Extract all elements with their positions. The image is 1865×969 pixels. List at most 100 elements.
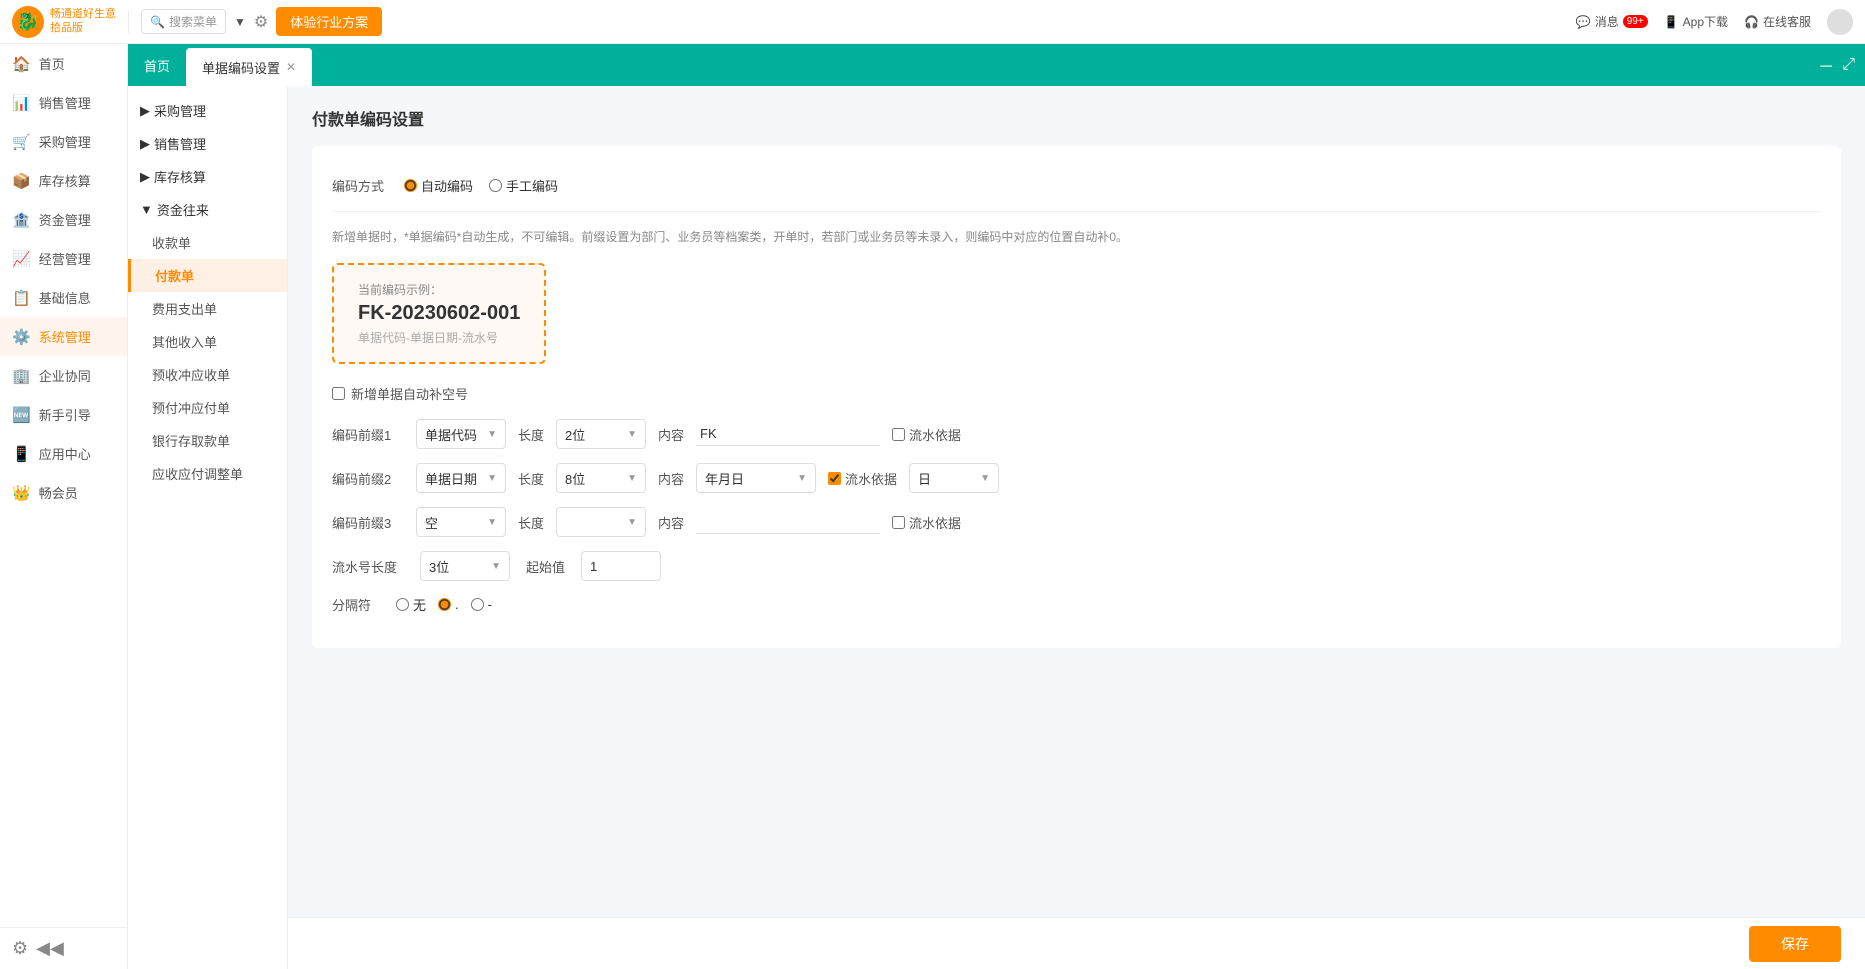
serial2-checkbox-group: 流水依据 <box>828 469 897 488</box>
member-icon: 👑 <box>12 484 31 502</box>
ss-item-other-income[interactable]: 其他收入单 <box>128 325 287 358</box>
serial3-checkbox[interactable] <box>892 516 905 529</box>
auto-code-option[interactable]: 自动编码 <box>404 176 473 195</box>
chevron-right-icon2: ▶ <box>140 136 150 152</box>
search-box[interactable]: 🔍 搜索菜单 <box>141 9 226 34</box>
length1-chevron: ▼ <box>627 429 637 440</box>
ss-item-expense[interactable]: 费用支出单 <box>128 292 287 325</box>
serial2-checkbox[interactable] <box>828 472 841 485</box>
cta-button[interactable]: 体验行业方案 <box>276 7 382 36</box>
prefix3-row: 编码前缀3 空 ▼ 长度 ▼ 内容 <box>332 507 1821 537</box>
ss-item-bank[interactable]: 银行存取款单 <box>128 424 287 457</box>
ss-item-adjustment[interactable]: 应收应付调整单 <box>128 457 287 490</box>
ss-group-sales-header[interactable]: ▶ 销售管理 <box>128 127 287 160</box>
sep-dash-option[interactable]: - <box>471 597 492 612</box>
avatar[interactable] <box>1827 9 1853 35</box>
auto-code-radio[interactable] <box>404 179 417 192</box>
sales-icon: 📊 <box>12 94 31 112</box>
coding-method-radio-group: 自动编码 手工编码 <box>404 176 558 195</box>
settings-card: 编码方式 自动编码 手工编码 <box>312 146 1841 648</box>
length1-select[interactable]: 2位 ▼ <box>556 419 646 449</box>
sidebar-item-basic[interactable]: 📋 基础信息 <box>0 278 127 317</box>
settings-bottom-icon[interactable]: ⚙ <box>12 938 28 959</box>
serial-length-chevron: ▼ <box>491 561 501 572</box>
serial-length-select[interactable]: 3位 ▼ <box>420 551 510 581</box>
sidebar-item-inventory[interactable]: 📦 库存核算 <box>0 161 127 200</box>
sep-none-option[interactable]: 无 <box>396 595 426 614</box>
sidebar-item-finance[interactable]: 🏦 资金管理 <box>0 200 127 239</box>
topbar-divider <box>128 10 129 34</box>
length2-label: 长度 <box>518 469 544 488</box>
operation-icon: 📈 <box>12 250 31 268</box>
sidebar-item-enterprise[interactable]: 🏢 企业协同 <box>0 356 127 395</box>
ss-group-finance: ▼ 资金往来 收款单 付款单 费用支出单 其他收入单 预收冲应收单 预付冲应付单… <box>128 193 287 490</box>
auto-fill-row: 新增单据自动补空号 <box>332 384 1821 403</box>
sidebar-item-member[interactable]: 👑 畅会员 <box>0 473 127 512</box>
prefix1-label: 编码前缀1 <box>332 425 404 444</box>
save-button[interactable]: 保存 <box>1749 926 1841 962</box>
prefix1-select[interactable]: 单据代码 ▼ <box>416 419 506 449</box>
system-icon: ⚙️ <box>12 328 31 346</box>
sep-dot-radio[interactable] <box>438 598 451 611</box>
manual-code-option[interactable]: 手工编码 <box>489 176 558 195</box>
auto-fill-checkbox[interactable] <box>332 387 345 400</box>
gear-icon[interactable]: ⚙ <box>254 12 268 32</box>
sep-none-radio[interactable] <box>396 598 409 611</box>
home-icon: 🏠 <box>12 55 31 73</box>
ss-item-prepaid-offset[interactable]: 预收冲应收单 <box>128 358 287 391</box>
content2-select[interactable]: 年月日 ▼ <box>696 463 816 493</box>
ss-group-finance-header[interactable]: ▼ 资金往来 <box>128 193 287 226</box>
prefix3-select[interactable]: 空 ▼ <box>416 507 506 537</box>
sidebar-item-home[interactable]: 🏠 首页 <box>0 44 127 83</box>
ss-item-advance-offset[interactable]: 预付冲应付单 <box>128 391 287 424</box>
logo: 🐉 畅通道好生意 拾品版 <box>12 6 116 38</box>
content1-label: 内容 <box>658 425 684 444</box>
length3-chevron: ▼ <box>627 517 637 528</box>
length2-select[interactable]: 8位 ▼ <box>556 463 646 493</box>
serial2-unit-chevron: ▼ <box>980 473 990 484</box>
start-value-input[interactable] <box>581 551 661 581</box>
content3-label: 内容 <box>658 513 684 532</box>
sep-dot-option[interactable]: . <box>438 597 459 612</box>
search-placeholder: 搜索菜单 <box>169 13 217 30</box>
ss-group-inventory-header[interactable]: ▶ 库存核算 <box>128 160 287 193</box>
sep-dash-radio[interactable] <box>471 598 484 611</box>
sidebar-item-apps[interactable]: 📱 应用中心 <box>0 434 127 473</box>
serial2-unit-select[interactable]: 日 ▼ <box>909 463 999 493</box>
sidebar-item-system[interactable]: ⚙️ 系统管理 <box>0 317 127 356</box>
purchase-icon: 🛒 <box>12 133 31 151</box>
ss-item-payment[interactable]: 付款单 <box>128 259 287 292</box>
message-badge: 99+ <box>1623 15 1648 28</box>
topbar-dropdown[interactable]: ▼ <box>234 15 246 29</box>
left-sidebar: 🏠 首页 📊 销售管理 🛒 采购管理 📦 库存核算 🏦 资金管理 📈 经营管理 … <box>0 44 128 969</box>
content3-input[interactable] <box>696 510 880 534</box>
sidebar-item-purchase[interactable]: 🛒 采购管理 <box>0 122 127 161</box>
serial1-checkbox[interactable] <box>892 428 905 441</box>
ss-item-receipt[interactable]: 收款单 <box>128 226 287 259</box>
ss-group-purchase-header[interactable]: ▶ 采购管理 <box>128 94 287 127</box>
tab-close-icon[interactable]: ✕ <box>286 60 296 74</box>
manual-code-radio[interactable] <box>489 179 502 192</box>
length3-select[interactable]: ▼ <box>556 507 646 537</box>
sidebar-item-operation[interactable]: 📈 经营管理 <box>0 239 127 278</box>
tab-home[interactable]: 首页 <box>128 44 186 86</box>
serial-length-row: 流水号长度 3位 ▼ 起始值 <box>332 551 1821 581</box>
prefix2-select[interactable]: 单据日期 ▼ <box>416 463 506 493</box>
sidebar-item-sales[interactable]: 📊 销售管理 <box>0 83 127 122</box>
topbar: 🐉 畅通道好生意 拾品版 🔍 搜索菜单 ▼ ⚙ 体验行业方案 💬 消息 99+ … <box>0 0 1865 44</box>
message-button[interactable]: 💬 消息 99+ <box>1576 13 1648 30</box>
collapse-icon[interactable]: ◀◀ <box>36 938 64 959</box>
ss-group-purchase: ▶ 采购管理 <box>128 94 287 127</box>
tab-expand-icon[interactable]: ⤢ <box>1842 56 1855 74</box>
app-download-button[interactable]: 📱 App下载 <box>1664 13 1728 30</box>
tab-coding[interactable]: 单据编码设置 ✕ <box>186 48 312 86</box>
prefix1-chevron: ▼ <box>487 429 497 440</box>
online-service-button[interactable]: 🎧 在线客服 <box>1744 13 1811 30</box>
tab-minimize-icon[interactable]: － <box>1818 53 1834 77</box>
preview-label: 当前编码示例： <box>358 281 520 298</box>
content1-input[interactable] <box>696 422 880 446</box>
sidebar-item-guide[interactable]: 🆕 新手引导 <box>0 395 127 434</box>
prefix2-label: 编码前缀2 <box>332 469 404 488</box>
apps-icon: 📱 <box>12 445 31 463</box>
search-icon: 🔍 <box>150 15 165 29</box>
